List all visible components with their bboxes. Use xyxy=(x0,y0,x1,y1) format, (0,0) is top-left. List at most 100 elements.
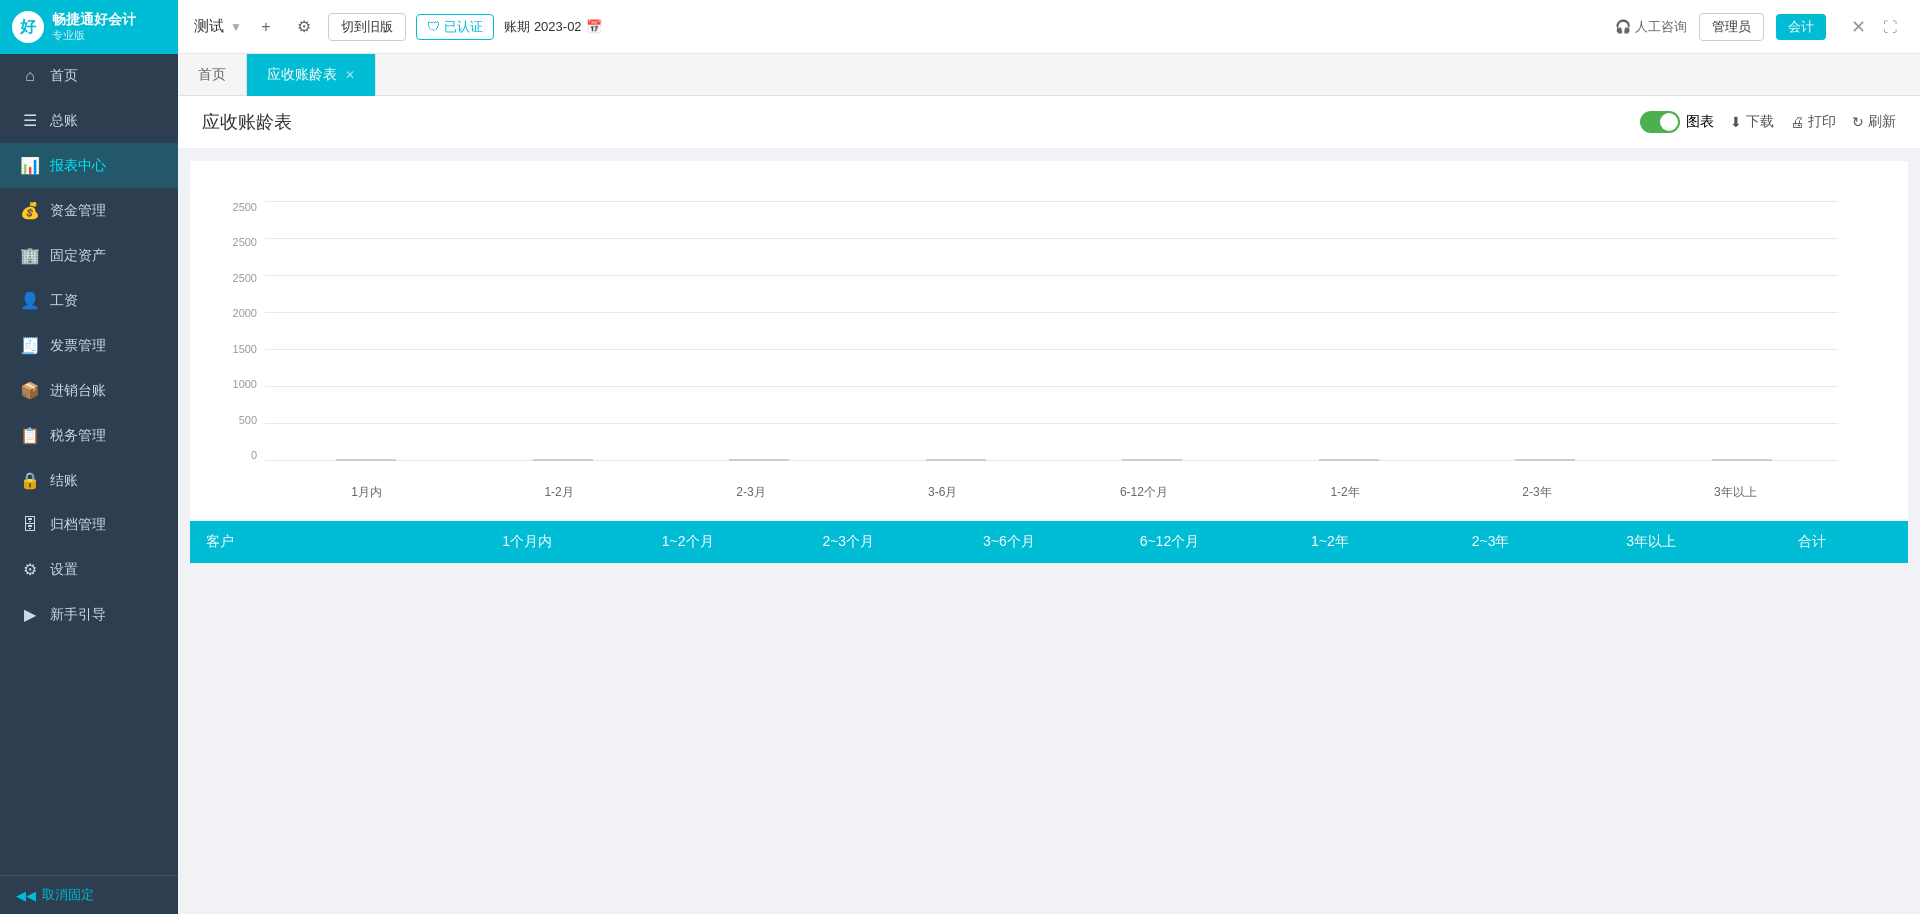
ledger-icon: ☰ xyxy=(20,111,40,130)
col-3plus-year: 3年以上 xyxy=(1571,533,1732,551)
logo-text: 畅捷通好会计 专业版 xyxy=(52,11,136,43)
y-axis: 2500 2500 2500 2000 1500 1000 500 0 xyxy=(210,201,265,461)
guide-icon: ▶ xyxy=(20,605,40,624)
calendar-icon: 📅 xyxy=(586,19,602,34)
download-button[interactable]: ⬇ 下载 xyxy=(1730,113,1774,131)
content-area: 应收账龄表 图表 ⬇ 下载 🖨 打印 ↻ 刷新 xyxy=(178,96,1920,914)
bar-1-2month xyxy=(533,459,593,461)
sidebar-item-settings[interactable]: ⚙ 设置 xyxy=(0,547,178,592)
main-area: 测试 ▼ + ⚙ 切到旧版 🛡 已认证 账期 2023-02 📅 🎧 人工咨询 … xyxy=(178,0,1920,914)
bar-group-1-2month xyxy=(467,459,660,461)
sidebar-item-capital[interactable]: 💰 资金管理 xyxy=(0,188,178,233)
col-2-3year: 2~3年 xyxy=(1410,533,1571,551)
bar-group-1month xyxy=(270,459,463,461)
sidebar-item-trade[interactable]: 📦 进销台账 xyxy=(0,368,178,413)
settings-button[interactable]: ⚙ xyxy=(290,13,318,41)
table-container: 客户 1个月内 1~2个月 2~3个月 3~6个月 6~12个月 1~2年 2~… xyxy=(190,521,1908,563)
page-title: 应收账龄表 xyxy=(202,110,292,134)
dropdown-arrow-icon: ▼ xyxy=(230,20,242,34)
closing-icon: 🔒 xyxy=(20,471,40,490)
window-actions: ✕ ⛶ xyxy=(1844,13,1904,41)
tabs-bar: 首页 应收账龄表 ✕ xyxy=(178,54,1920,96)
refresh-icon: ↻ xyxy=(1852,114,1864,130)
toggle-track[interactable] xyxy=(1640,111,1680,133)
report-icon: 📊 xyxy=(20,156,40,175)
page-actions: 图表 ⬇ 下载 🖨 打印 ↻ 刷新 xyxy=(1640,111,1896,133)
asset-icon: 🏢 xyxy=(20,246,40,265)
period-display[interactable]: 账期 2023-02 📅 xyxy=(504,18,602,36)
shield-icon: 🛡 xyxy=(427,19,440,34)
col-1-2year: 1~2年 xyxy=(1250,533,1411,551)
topbar: 测试 ▼ + ⚙ 切到旧版 🛡 已认证 账期 2023-02 📅 🎧 人工咨询 … xyxy=(178,0,1920,54)
bar-1-2year xyxy=(1319,459,1379,461)
company-name[interactable]: 测试 ▼ xyxy=(194,17,242,36)
x-axis: 1月内 1-2月 2-3月 3-6月 6-12个月 1-2年 2-3年 3年以上 xyxy=(270,484,1838,501)
sidebar: 好 畅捷通好会计 专业版 ⌂ 首页 ☰ 总账 📊 报表中心 💰 资金管理 🏢 固… xyxy=(0,0,178,914)
col-1-2month: 1~2个月 xyxy=(607,533,768,551)
col-1month: 1个月内 xyxy=(447,533,608,551)
sidebar-item-asset[interactable]: 🏢 固定资产 xyxy=(0,233,178,278)
page-header: 应收账龄表 图表 ⬇ 下载 🖨 打印 ↻ 刷新 xyxy=(178,96,1920,149)
bar-group-6-12month xyxy=(1056,459,1249,461)
print-icon: 🖨 xyxy=(1790,114,1804,130)
settings-icon: ⚙ xyxy=(20,560,40,579)
sidebar-item-tax[interactable]: 📋 税务管理 xyxy=(0,413,178,458)
sidebar-scroll: ⌂ 首页 ☰ 总账 📊 报表中心 💰 资金管理 🏢 固定资产 👤 工资 🧾 发票… xyxy=(0,54,178,875)
sidebar-item-invoice[interactable]: 🧾 发票管理 xyxy=(0,323,178,368)
bar-1month xyxy=(336,459,396,461)
topbar-right: 🎧 人工咨询 管理员 会计 xyxy=(1615,13,1826,41)
chart-toggle[interactable]: 图表 xyxy=(1640,111,1714,133)
role-button[interactable]: 会计 xyxy=(1776,14,1826,40)
trade-icon: 📦 xyxy=(20,381,40,400)
manager-button[interactable]: 管理员 xyxy=(1699,13,1764,41)
sidebar-pin-button[interactable]: ◀◀ 取消固定 xyxy=(0,875,178,914)
logo-icon: 好 xyxy=(12,11,44,43)
refresh-button[interactable]: ↻ 刷新 xyxy=(1852,113,1896,131)
bar-2-3month xyxy=(729,459,789,461)
col-2-3month: 2~3个月 xyxy=(768,533,929,551)
tax-icon: 📋 xyxy=(20,426,40,445)
app-logo: 好 畅捷通好会计 专业版 xyxy=(0,0,178,54)
bar-group-1-2year xyxy=(1253,459,1446,461)
tab-close-icon[interactable]: ✕ xyxy=(345,68,355,82)
chart-container: 2500 2500 2500 2000 1500 1000 500 0 xyxy=(190,161,1908,521)
expand-window-button[interactable]: ⛶ xyxy=(1876,13,1904,41)
sidebar-item-archive[interactable]: 🗄 归档管理 xyxy=(0,503,178,547)
bar-group-2-3month xyxy=(663,459,856,461)
close-window-button[interactable]: ✕ xyxy=(1844,13,1872,41)
headphone-icon: 🎧 xyxy=(1615,19,1631,34)
payroll-icon: 👤 xyxy=(20,291,40,310)
tab-home[interactable]: 首页 xyxy=(178,54,247,96)
sidebar-item-closing[interactable]: 🔒 结账 xyxy=(0,458,178,503)
add-button[interactable]: + xyxy=(252,13,280,41)
sidebar-item-ledger[interactable]: ☰ 总账 xyxy=(0,98,178,143)
col-customer: 客户 xyxy=(206,533,447,551)
print-button[interactable]: 🖨 打印 xyxy=(1790,113,1836,131)
bar-group-2-3year xyxy=(1449,459,1642,461)
bar-6-12month xyxy=(1122,459,1182,461)
toggle-thumb xyxy=(1660,113,1678,131)
capital-icon: 💰 xyxy=(20,201,40,220)
invoice-icon: 🧾 xyxy=(20,336,40,355)
download-icon: ⬇ xyxy=(1730,114,1742,130)
bar-chart: 2500 2500 2500 2000 1500 1000 500 0 xyxy=(210,181,1888,501)
archive-icon: 🗄 xyxy=(20,516,40,534)
bar-3-6month xyxy=(926,459,986,461)
help-button[interactable]: 🎧 人工咨询 xyxy=(1615,18,1687,36)
bar-group-3plus-year xyxy=(1646,459,1839,461)
sidebar-item-guide[interactable]: ▶ 新手引导 xyxy=(0,592,178,637)
col-6-12month: 6~12个月 xyxy=(1089,533,1250,551)
pin-icon: ◀◀ xyxy=(16,888,36,903)
table-header: 客户 1个月内 1~2个月 2~3个月 3~6个月 6~12个月 1~2年 2~… xyxy=(190,521,1908,563)
tab-aging[interactable]: 应收账龄表 ✕ xyxy=(247,54,376,96)
sidebar-item-report[interactable]: 📊 报表中心 xyxy=(0,143,178,188)
col-total: 合计 xyxy=(1731,533,1892,551)
bar-2-3year xyxy=(1515,459,1575,461)
sidebar-item-payroll[interactable]: 👤 工资 xyxy=(0,278,178,323)
certified-badge: 🛡 已认证 xyxy=(416,14,494,40)
col-3-6month: 3~6个月 xyxy=(929,533,1090,551)
bar-group-3-6month xyxy=(860,459,1053,461)
sidebar-item-home[interactable]: ⌂ 首页 xyxy=(0,54,178,98)
bars-area xyxy=(270,201,1838,461)
switch-version-button[interactable]: 切到旧版 xyxy=(328,13,406,41)
